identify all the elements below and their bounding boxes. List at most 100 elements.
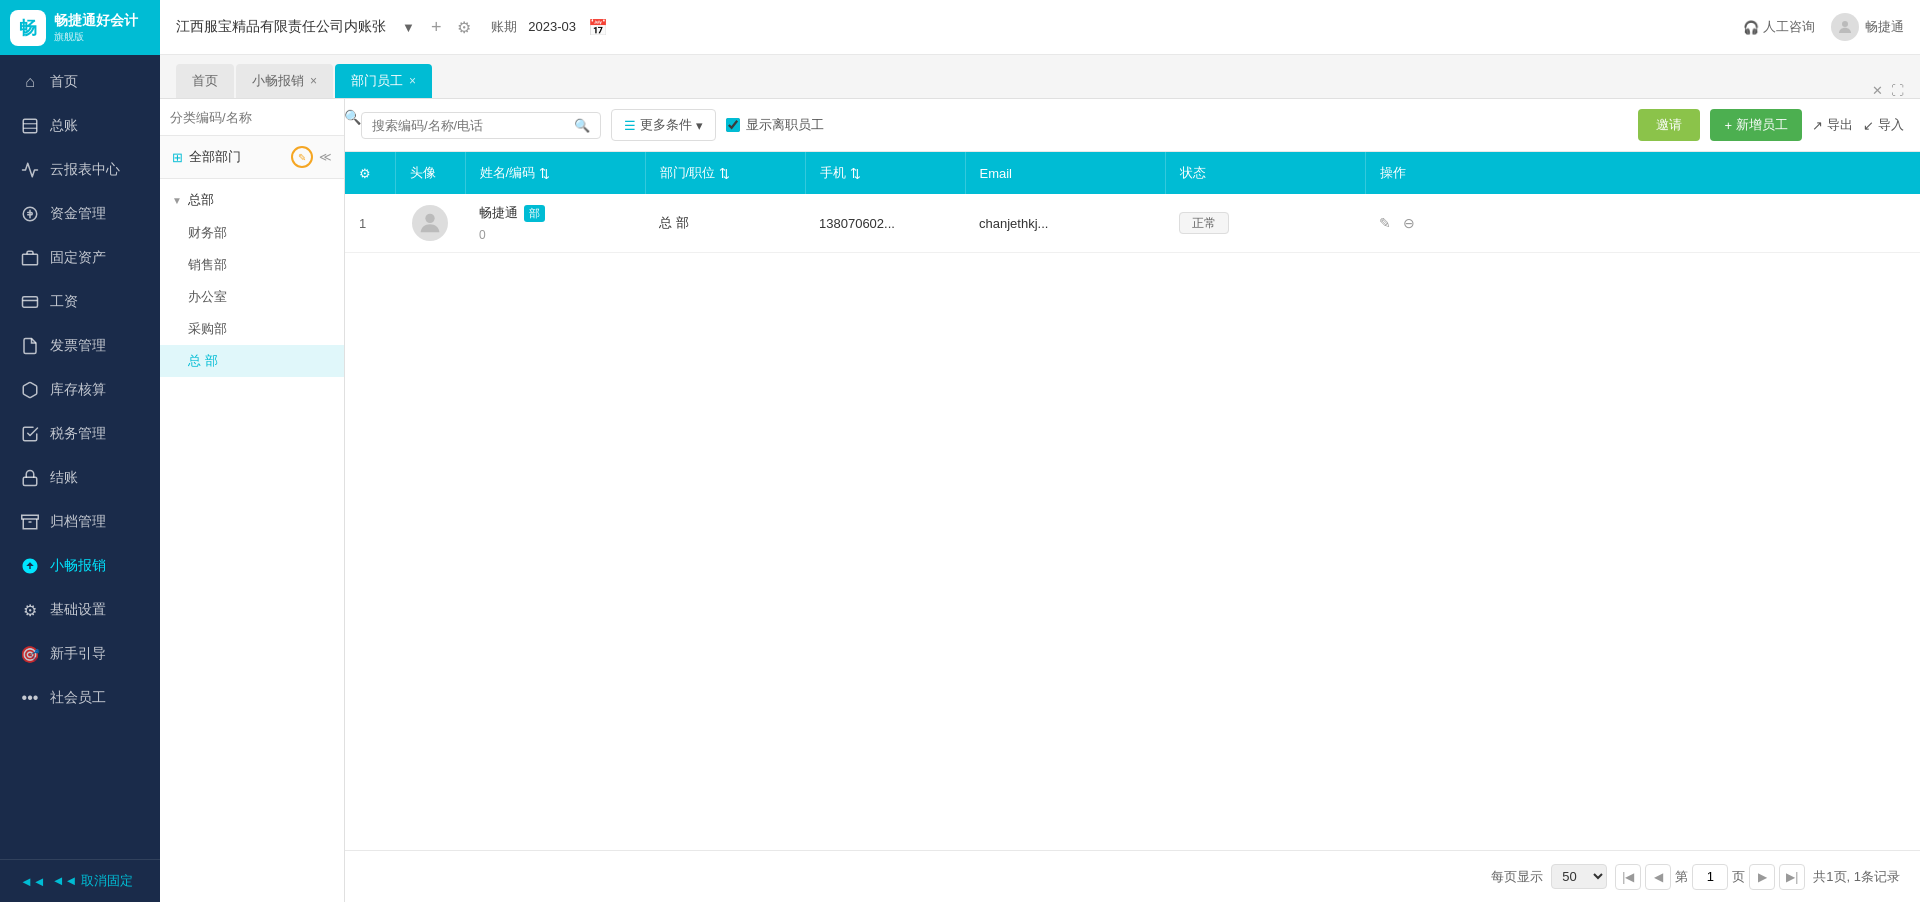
row-email-cell: chanjethkj... — [965, 194, 1165, 253]
support-link[interactable]: 🎧 人工咨询 — [1743, 18, 1815, 36]
svg-point-11 — [425, 214, 434, 223]
dept-search-input[interactable] — [170, 110, 338, 125]
topbar-settings-icon[interactable]: ⚙ — [457, 18, 471, 37]
tax-icon — [20, 424, 40, 444]
svg-rect-5 — [23, 297, 38, 308]
company-dropdown-icon[interactable]: ▼ — [402, 20, 415, 35]
sidebar-item-inventory[interactable]: 库存核算 — [0, 368, 160, 412]
sidebar-item-reports[interactable]: 云报表中心 — [0, 148, 160, 192]
close-window-icon[interactable]: ✕ — [1872, 83, 1883, 98]
sidebar-item-tax[interactable]: 税务管理 — [0, 412, 160, 456]
row-dept-cell: 总 部 — [645, 194, 805, 253]
show-resigned-input[interactable] — [726, 118, 740, 132]
edit-action-icon[interactable]: ✎ — [1379, 215, 1391, 231]
sidebar-item-label: 结账 — [50, 469, 78, 487]
prev-page-button[interactable]: ◀ — [1645, 864, 1671, 890]
first-page-button[interactable]: |◀ — [1615, 864, 1641, 890]
tabs-bar: 首页 小畅报销 × 部门员工 × ✕ ⛶ — [160, 55, 1920, 99]
dept-child-office[interactable]: 办公室 — [160, 281, 344, 313]
logo-icon: 畅 — [10, 10, 46, 46]
employee-status: 正常 — [1179, 212, 1229, 234]
more-icon: ••• — [20, 688, 40, 708]
dept-child-general[interactable]: 总 部 — [160, 345, 344, 377]
export-button[interactable]: ↗ 导出 — [1812, 116, 1853, 134]
tab-home-label: 首页 — [192, 72, 218, 90]
tab-dept[interactable]: 部门员工 × — [335, 64, 432, 98]
tab-expense-close[interactable]: × — [310, 74, 317, 88]
close-accounts-icon — [20, 468, 40, 488]
tab-expense[interactable]: 小畅报销 × — [236, 64, 333, 98]
show-resigned-checkbox[interactable]: 显示离职员工 — [726, 116, 824, 134]
th-name-label: 姓名/编码 — [480, 164, 536, 182]
sort-icon[interactable]: ⇅ — [719, 166, 730, 181]
sidebar-item-settings[interactable]: ⚙ 基础设置 — [0, 588, 160, 632]
dept-child-sales[interactable]: 销售部 — [160, 249, 344, 281]
sort-icon[interactable]: ⇅ — [539, 166, 550, 181]
headphone-icon: 🎧 — [1743, 20, 1759, 35]
user-name: 畅捷通 — [1865, 18, 1904, 36]
filter-button[interactable]: ☰ 更多条件 ▾ — [611, 109, 716, 141]
dept-edit-button[interactable]: ✎ — [291, 146, 313, 168]
sidebar-item-salary[interactable]: 工资 — [0, 280, 160, 324]
main-area: 江西服宝精品有限责任公司内账张 ▼ + ⚙ 账期 2023-03 📅 🎧 人工咨… — [160, 0, 1920, 902]
add-account-icon[interactable]: + — [427, 17, 446, 38]
th-settings[interactable]: ⚙ — [345, 152, 395, 194]
sidebar-item-more[interactable]: ••• 社会员工 — [0, 676, 160, 720]
sidebar-item-close-accounts[interactable]: 结账 — [0, 456, 160, 500]
search-input[interactable] — [372, 118, 568, 133]
th-dept[interactable]: 部门/职位 ⇅ — [645, 152, 805, 194]
sidebar-item-expense[interactable]: 小畅报销 — [0, 544, 160, 588]
dept-collapse-icon[interactable]: ≪ — [319, 150, 332, 164]
add-icon: + — [1724, 118, 1732, 133]
dept-parent-label: 总部 — [188, 191, 214, 209]
right-panel: 🔍 ☰ 更多条件 ▾ 显示离职员工 邀请 + 新增员工 — [345, 99, 1920, 902]
dept-child-purchase[interactable]: 采购部 — [160, 313, 344, 345]
th-actions-label: 操作 — [1380, 165, 1406, 180]
import-button[interactable]: ↙ 导入 — [1863, 116, 1904, 134]
inventory-icon — [20, 380, 40, 400]
pagination: 每页显示 50 10 20 100 |◀ ◀ 第 页 ▶ ▶| — [345, 850, 1920, 902]
sidebar-item-funds[interactable]: 资金管理 — [0, 192, 160, 236]
page-total: 共1页, 1条记录 — [1813, 868, 1900, 886]
tab-home[interactable]: 首页 — [176, 64, 234, 98]
sidebar-item-home[interactable]: ⌂ 首页 — [0, 60, 160, 104]
dept-parent-hq[interactable]: ▼ 总部 — [160, 183, 344, 217]
settings-icon: ⚙ — [20, 600, 40, 620]
invite-button[interactable]: 邀请 — [1638, 109, 1700, 141]
table-settings-icon[interactable]: ⚙ — [359, 166, 371, 181]
svg-rect-7 — [23, 477, 37, 485]
page-number-input[interactable] — [1692, 864, 1728, 890]
home-icon: ⌂ — [20, 72, 40, 92]
search-icon[interactable]: 🔍 — [574, 118, 590, 133]
user-menu[interactable]: 畅捷通 — [1831, 13, 1904, 41]
logout-action-icon[interactable]: ⊖ — [1403, 215, 1415, 231]
employee-dept-badge: 部 — [524, 205, 545, 222]
sidebar-item-invoice[interactable]: 发票管理 — [0, 324, 160, 368]
page-size-select[interactable]: 50 10 20 100 — [1551, 864, 1607, 889]
sort-icon[interactable]: ⇅ — [850, 166, 861, 181]
sidebar-item-guide[interactable]: 🎯 新手引导 — [0, 632, 160, 676]
maximize-icon[interactable]: ⛶ — [1891, 83, 1904, 98]
next-page-button[interactable]: ▶ — [1749, 864, 1775, 890]
tab-dept-close[interactable]: × — [409, 74, 416, 88]
sidebar-item-ledger[interactable]: 总账 — [0, 104, 160, 148]
th-avatar: 头像 — [395, 152, 465, 194]
dept-grid-icon: ⊞ — [172, 150, 183, 165]
export-icon: ↗ — [1812, 118, 1823, 133]
assets-icon — [20, 248, 40, 268]
sidebar-unpin[interactable]: ◄◄ ◄◄ 取消固定 — [0, 859, 160, 902]
logo-text: 畅捷通好会计 旗舰版 — [54, 12, 138, 44]
th-phone[interactable]: 手机 ⇅ — [805, 152, 965, 194]
export-label: 导出 — [1827, 116, 1853, 134]
sidebar-item-assets[interactable]: 固定资产 — [0, 236, 160, 280]
calendar-icon[interactable]: 📅 — [588, 18, 608, 37]
filter-icon: ☰ — [624, 118, 636, 133]
last-page-button[interactable]: ▶| — [1779, 864, 1805, 890]
dept-child-label: 总 部 — [188, 353, 218, 368]
company-name: 江西服宝精品有限责任公司内账张 — [176, 18, 386, 36]
sidebar-item-label: 税务管理 — [50, 425, 106, 443]
th-name[interactable]: 姓名/编码 ⇅ — [465, 152, 645, 194]
add-employee-button[interactable]: + 新增员工 — [1710, 109, 1802, 141]
sidebar-item-archive[interactable]: 归档管理 — [0, 500, 160, 544]
dept-child-finance[interactable]: 财务部 — [160, 217, 344, 249]
